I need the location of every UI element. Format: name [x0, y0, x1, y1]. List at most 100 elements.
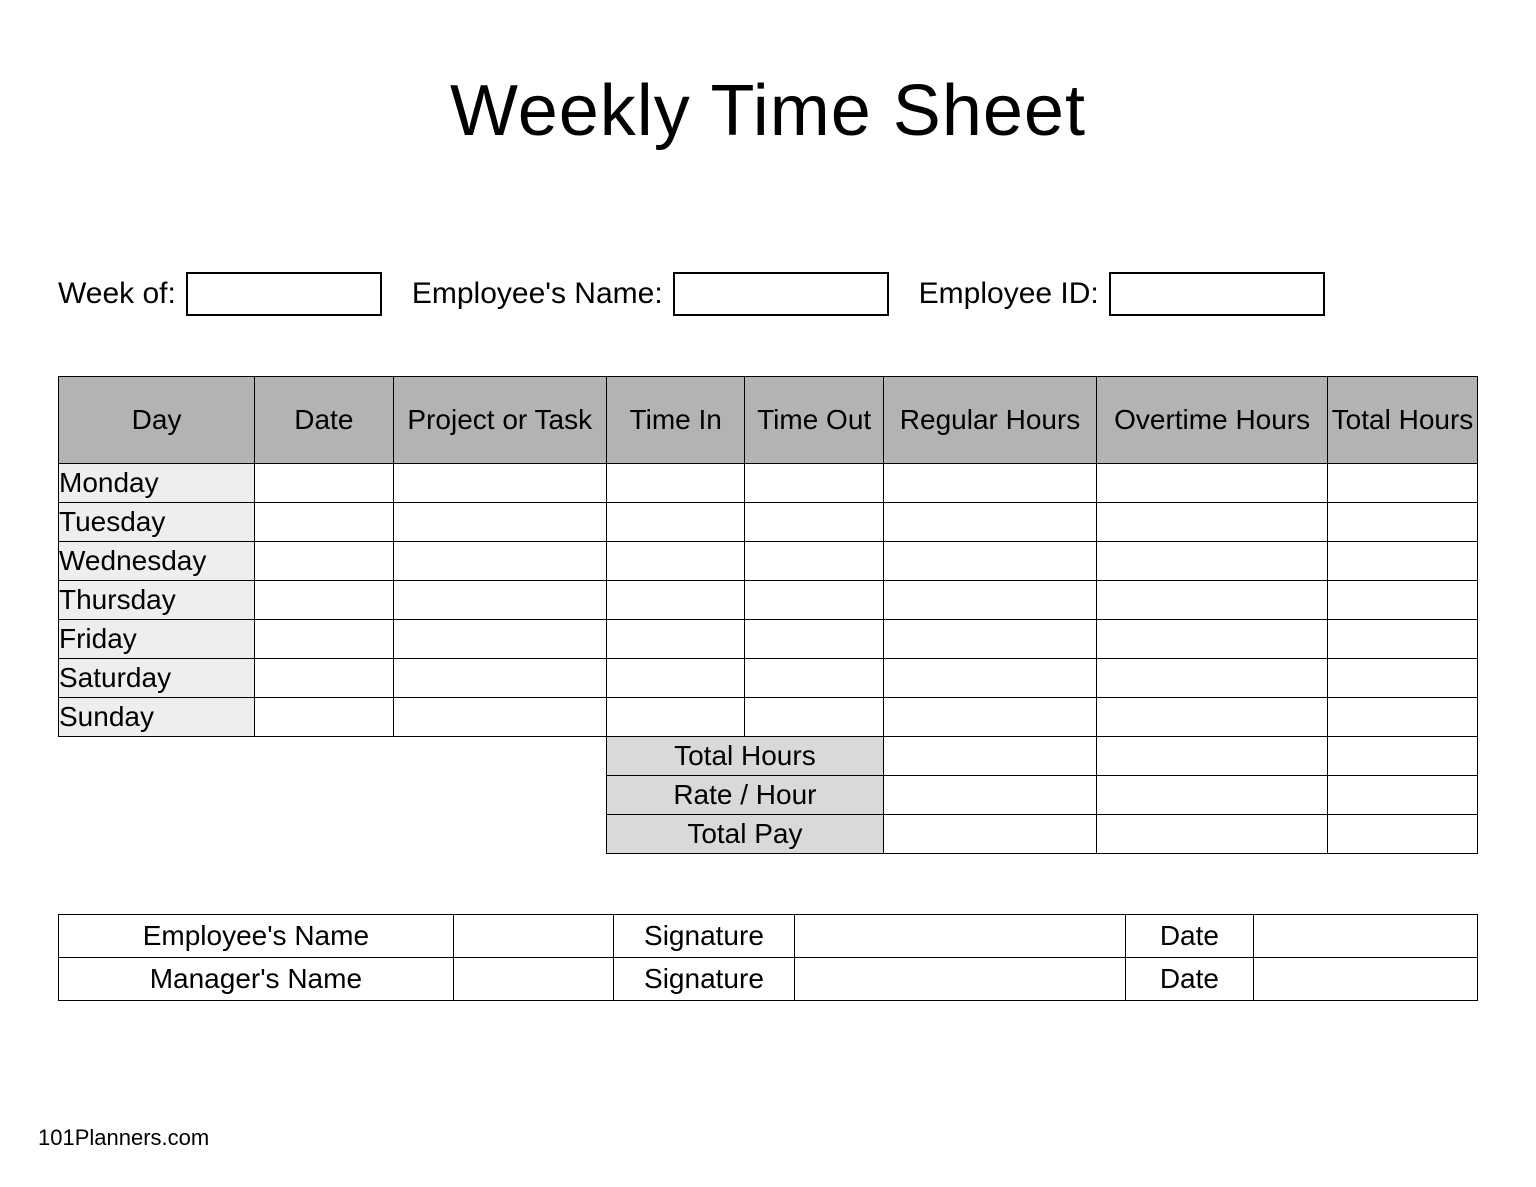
col-date: Date — [255, 377, 393, 464]
out-cell[interactable] — [745, 620, 883, 659]
reg-cell[interactable] — [883, 698, 1096, 737]
rate-ot[interactable] — [1097, 776, 1328, 815]
date-cell[interactable] — [255, 581, 393, 620]
ot-cell[interactable] — [1097, 659, 1328, 698]
in-cell[interactable] — [606, 698, 744, 737]
date-cell[interactable] — [255, 503, 393, 542]
sig-emp-sig-label: Signature — [613, 915, 794, 958]
total-hours-label: Total Hours — [606, 737, 883, 776]
ot-cell[interactable] — [1097, 620, 1328, 659]
signature-row-employee: Employee's Name Signature Date — [59, 915, 1478, 958]
sig-emp-name-value[interactable] — [453, 915, 613, 958]
col-overtime: Overtime Hours — [1097, 377, 1328, 464]
footer-attribution: 101Planners.com — [38, 1125, 209, 1151]
table-row: Thursday — [59, 581, 1478, 620]
sig-emp-sig-value[interactable] — [795, 915, 1126, 958]
reg-cell[interactable] — [883, 659, 1096, 698]
sig-mgr-date-label: Date — [1125, 958, 1253, 1001]
out-cell[interactable] — [745, 542, 883, 581]
ot-cell[interactable] — [1097, 698, 1328, 737]
reg-cell[interactable] — [883, 464, 1096, 503]
page-title: Weekly Time Sheet — [58, 70, 1478, 152]
sig-mgr-name-value[interactable] — [453, 958, 613, 1001]
date-cell[interactable] — [255, 464, 393, 503]
day-cell: Thursday — [59, 581, 255, 620]
employee-id-label: Employee ID: — [919, 277, 1099, 311]
day-cell: Sunday — [59, 698, 255, 737]
info-row: Week of: Employee's Name: Employee ID: — [58, 272, 1478, 316]
ot-cell[interactable] — [1097, 464, 1328, 503]
sig-emp-name-label: Employee's Name — [59, 915, 454, 958]
date-cell[interactable] — [255, 659, 393, 698]
total-pay-label: Total Pay — [606, 815, 883, 854]
total-cell[interactable] — [1327, 581, 1477, 620]
in-cell[interactable] — [606, 581, 744, 620]
pay-reg[interactable] — [883, 815, 1096, 854]
task-cell[interactable] — [393, 464, 606, 503]
date-cell[interactable] — [255, 698, 393, 737]
ot-cell[interactable] — [1097, 542, 1328, 581]
out-cell[interactable] — [745, 698, 883, 737]
rate-reg[interactable] — [883, 776, 1096, 815]
task-cell[interactable] — [393, 581, 606, 620]
ot-cell[interactable] — [1097, 581, 1328, 620]
total-cell[interactable] — [1327, 659, 1477, 698]
in-cell[interactable] — [606, 542, 744, 581]
table-row: Tuesday — [59, 503, 1478, 542]
out-cell[interactable] — [745, 581, 883, 620]
week-of-label: Week of: — [58, 277, 176, 311]
col-total: Total Hours — [1327, 377, 1477, 464]
in-cell[interactable] — [606, 464, 744, 503]
task-cell[interactable] — [393, 542, 606, 581]
rate-label: Rate / Hour — [606, 776, 883, 815]
day-cell: Wednesday — [59, 542, 255, 581]
summary-row-total-hours: Total Hours — [59, 737, 1478, 776]
week-of-input[interactable] — [186, 272, 382, 316]
task-cell[interactable] — [393, 620, 606, 659]
total-cell[interactable] — [1327, 503, 1477, 542]
day-cell: Friday — [59, 620, 255, 659]
sig-mgr-name-label: Manager's Name — [59, 958, 454, 1001]
sig-mgr-date-value[interactable] — [1253, 958, 1477, 1001]
timesheet-table: Day Date Project or Task Time In Time Ou… — [58, 376, 1478, 854]
summary-row-total-pay: Total Pay — [59, 815, 1478, 854]
sig-mgr-sig-value[interactable] — [795, 958, 1126, 1001]
total-cell[interactable] — [1327, 698, 1477, 737]
task-cell[interactable] — [393, 659, 606, 698]
day-cell: Monday — [59, 464, 255, 503]
table-row: Monday — [59, 464, 1478, 503]
sig-emp-date-value[interactable] — [1253, 915, 1477, 958]
employee-id-input[interactable] — [1109, 272, 1325, 316]
table-row: Friday — [59, 620, 1478, 659]
employee-name-input[interactable] — [673, 272, 889, 316]
total-cell[interactable] — [1327, 620, 1477, 659]
pay-ot[interactable] — [1097, 815, 1328, 854]
out-cell[interactable] — [745, 503, 883, 542]
task-cell[interactable] — [393, 503, 606, 542]
reg-cell[interactable] — [883, 620, 1096, 659]
in-cell[interactable] — [606, 503, 744, 542]
sig-mgr-sig-label: Signature — [613, 958, 794, 1001]
total-hours-ot[interactable] — [1097, 737, 1328, 776]
rate-total[interactable] — [1327, 776, 1477, 815]
col-task: Project or Task — [393, 377, 606, 464]
ot-cell[interactable] — [1097, 503, 1328, 542]
total-cell[interactable] — [1327, 542, 1477, 581]
date-cell[interactable] — [255, 620, 393, 659]
total-hours-total[interactable] — [1327, 737, 1477, 776]
col-regular: Regular Hours — [883, 377, 1096, 464]
signature-row-manager: Manager's Name Signature Date — [59, 958, 1478, 1001]
pay-total[interactable] — [1327, 815, 1477, 854]
reg-cell[interactable] — [883, 542, 1096, 581]
in-cell[interactable] — [606, 620, 744, 659]
date-cell[interactable] — [255, 542, 393, 581]
out-cell[interactable] — [745, 659, 883, 698]
task-cell[interactable] — [393, 698, 606, 737]
out-cell[interactable] — [745, 464, 883, 503]
in-cell[interactable] — [606, 659, 744, 698]
total-cell[interactable] — [1327, 464, 1477, 503]
day-cell: Tuesday — [59, 503, 255, 542]
total-hours-reg[interactable] — [883, 737, 1096, 776]
reg-cell[interactable] — [883, 581, 1096, 620]
reg-cell[interactable] — [883, 503, 1096, 542]
